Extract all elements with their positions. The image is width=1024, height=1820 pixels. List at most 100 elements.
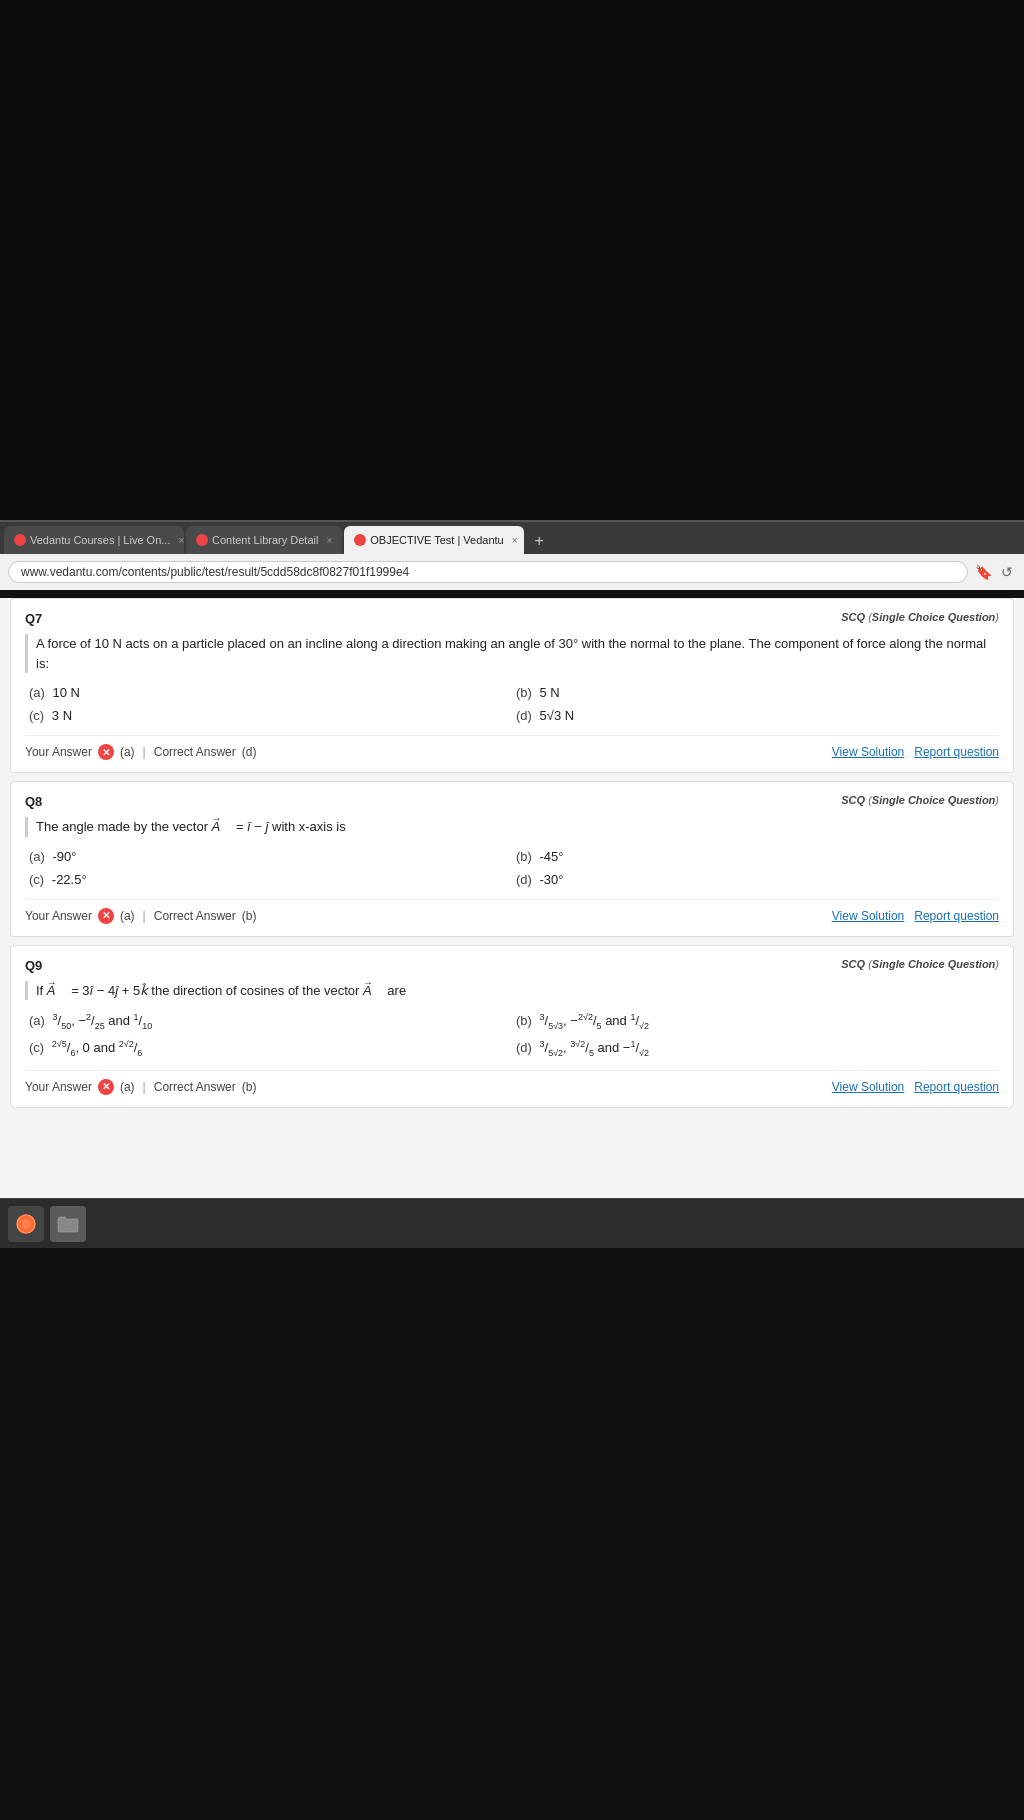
q7-number: Q7 [25, 611, 42, 626]
new-tab-icon: + [535, 532, 544, 550]
bookmark-icon[interactable]: 🔖 [974, 563, 992, 581]
q7-wrong-icon: ✕ [98, 744, 114, 760]
q8-header: Q8 SCQ (Single Choice Question) [25, 794, 999, 809]
q9-opt-d-text: 3/5√2, 3√2/5 and −1/√2 [540, 1040, 650, 1055]
q9-text: If A→ = 3î − 4ĵ + 5k̂ the direction of c… [25, 981, 999, 1001]
q8-view-solution-link[interactable]: View Solution [832, 909, 905, 923]
q7-separator: | [143, 745, 146, 759]
q9-options: (a) 3/50, −2/25 and 1/10 (b) 3/5√3, −2√2… [25, 1010, 999, 1060]
tab-content-library-label: Content Library Detail [212, 534, 318, 546]
q8-correct-answer-value: (b) [242, 909, 257, 923]
q8-opt-a-text: -90° [53, 849, 77, 864]
q7-options: (a) 10 N (b) 5 N (c) 3 N (d) 5√3 N [25, 683, 999, 725]
q8-answer-info: Your Answer ✕ (a) | Correct Answer (b) [25, 908, 256, 924]
q9-wrong-icon: ✕ [98, 1079, 114, 1095]
q7-opt-d-label: (d) [516, 708, 532, 723]
q8-report-link[interactable]: Report question [914, 909, 999, 923]
folder-icon [57, 1215, 79, 1233]
q9-report-link[interactable]: Report question [914, 1080, 999, 1094]
q9-opt-c-label: (c) [29, 1040, 44, 1055]
q8-opt-a-label: (a) [29, 849, 45, 864]
q7-type: SCQ (Single Choice Question) [841, 611, 999, 623]
q9-separator: | [143, 1080, 146, 1094]
q9-answer-row: Your Answer ✕ (a) | Correct Answer (b) V… [25, 1070, 999, 1095]
q9-vector-A2: A→ [363, 981, 372, 1001]
q9-vector-A1: A→ [47, 981, 56, 1001]
refresh-icon[interactable]: ↺ [998, 563, 1016, 581]
q9-correct-answer-label: Correct Answer [154, 1080, 236, 1094]
question-7-block: Q7 SCQ (Single Choice Question) A force … [10, 598, 1014, 773]
address-bar-row: www.vedantu.com/contents/public/test/res… [0, 554, 1024, 590]
q7-header: Q7 SCQ (Single Choice Question) [25, 611, 999, 626]
circle-icon [15, 1213, 37, 1235]
tab-close-3[interactable]: × [512, 535, 518, 546]
question-8-block: Q8 SCQ (Single Choice Question) The angl… [10, 781, 1014, 937]
q9-opt-b-text: 3/5√3, −2√2/5 and 1/√2 [540, 1013, 650, 1028]
q7-opt-a-text: 10 N [53, 685, 80, 700]
tab-close-2[interactable]: × [326, 535, 332, 546]
q8-your-answer-value: (a) [120, 909, 135, 923]
q8-answer-links: View Solution Report question [832, 909, 999, 923]
address-bar[interactable]: www.vedantu.com/contents/public/test/res… [8, 561, 968, 583]
taskbar-icon-circle[interactable] [8, 1206, 44, 1242]
q7-view-solution-link[interactable]: View Solution [832, 745, 905, 759]
q7-option-b: (b) 5 N [516, 683, 995, 702]
tab-close-1[interactable]: × [178, 535, 184, 546]
q9-number: Q9 [25, 958, 42, 973]
q9-option-c: (c) 2√5/6, 0 and 2√2/6 [29, 1037, 508, 1060]
q9-opt-d-label: (d) [516, 1040, 532, 1055]
q8-option-a: (a) -90° [29, 847, 508, 866]
q8-opt-d-label: (d) [516, 872, 532, 887]
q7-your-answer-label: Your Answer [25, 745, 92, 759]
q7-option-c: (c) 3 N [29, 706, 508, 725]
tab-bar: Vedantu Courses | Live On... × Content L… [0, 522, 1024, 554]
new-tab-button[interactable]: + [526, 528, 552, 554]
address-icons: 🔖 ↺ [974, 563, 1016, 581]
q7-answer-info: Your Answer ✕ (a) | Correct Answer (d) [25, 744, 256, 760]
q8-type-full: Single Choice Question [872, 794, 995, 806]
tab-objective-test[interactable]: OBJECTIVE Test | Vedantu × [344, 526, 524, 554]
q9-type: SCQ (Single Choice Question) [841, 958, 999, 970]
q8-opt-b-label: (b) [516, 849, 532, 864]
q9-option-b: (b) 3/5√3, −2√2/5 and 1/√2 [516, 1010, 995, 1033]
q8-type: SCQ (Single Choice Question) [841, 794, 999, 806]
bottom-bezel [0, 1248, 1024, 1528]
q8-answer-row: Your Answer ✕ (a) | Correct Answer (b) V… [25, 899, 999, 924]
q7-your-answer-value: (a) [120, 745, 135, 759]
q8-your-answer-label: Your Answer [25, 909, 92, 923]
q8-correct-answer-label: Correct Answer [154, 909, 236, 923]
tab-vedantu-courses[interactable]: Vedantu Courses | Live On... × [4, 526, 184, 554]
q8-text: The angle made by the vector A→ = î − ĵ … [25, 817, 999, 837]
q8-type-label: SCQ [841, 794, 865, 806]
q9-option-d: (d) 3/5√2, 3√2/5 and −1/√2 [516, 1037, 995, 1060]
q8-separator: | [143, 909, 146, 923]
q7-type-label: SCQ [841, 611, 865, 623]
tab-content-library[interactable]: Content Library Detail × [186, 526, 342, 554]
q7-opt-b-text: 5 N [540, 685, 560, 700]
q7-report-link[interactable]: Report question [914, 745, 999, 759]
question-9-block: Q9 SCQ (Single Choice Question) If A→ = … [10, 945, 1014, 1108]
content-area: Q7 SCQ (Single Choice Question) A force … [0, 598, 1024, 1198]
vedantu-tab-icon [14, 534, 26, 546]
q7-opt-d-text: 5√3 N [540, 708, 575, 723]
q9-your-answer-label: Your Answer [25, 1080, 92, 1094]
q8-option-b: (b) -45° [516, 847, 995, 866]
screen-wrapper: Vedantu Courses | Live On... × Content L… [0, 0, 1024, 1820]
q8-opt-c-label: (c) [29, 872, 44, 887]
tab-vedantu-courses-label: Vedantu Courses | Live On... [30, 534, 170, 546]
tab-objective-test-label: OBJECTIVE Test | Vedantu [370, 534, 504, 546]
q7-opt-c-label: (c) [29, 708, 44, 723]
q7-type-full: Single Choice Question [872, 611, 995, 623]
q9-view-solution-link[interactable]: View Solution [832, 1080, 905, 1094]
q7-opt-b-label: (b) [516, 685, 532, 700]
q9-option-a: (a) 3/50, −2/25 and 1/10 [29, 1010, 508, 1033]
q8-opt-c-text: -22.5° [52, 872, 87, 887]
q8-opt-d-text: -30° [540, 872, 564, 887]
q7-correct-answer-value: (d) [242, 745, 257, 759]
q8-wrong-icon: ✕ [98, 908, 114, 924]
taskbar-icon-folder[interactable] [50, 1206, 86, 1242]
top-bezel [0, 0, 1024, 520]
q9-type-full: Single Choice Question [872, 958, 995, 970]
q9-correct-answer-value: (b) [242, 1080, 257, 1094]
q7-opt-a-label: (a) [29, 685, 45, 700]
